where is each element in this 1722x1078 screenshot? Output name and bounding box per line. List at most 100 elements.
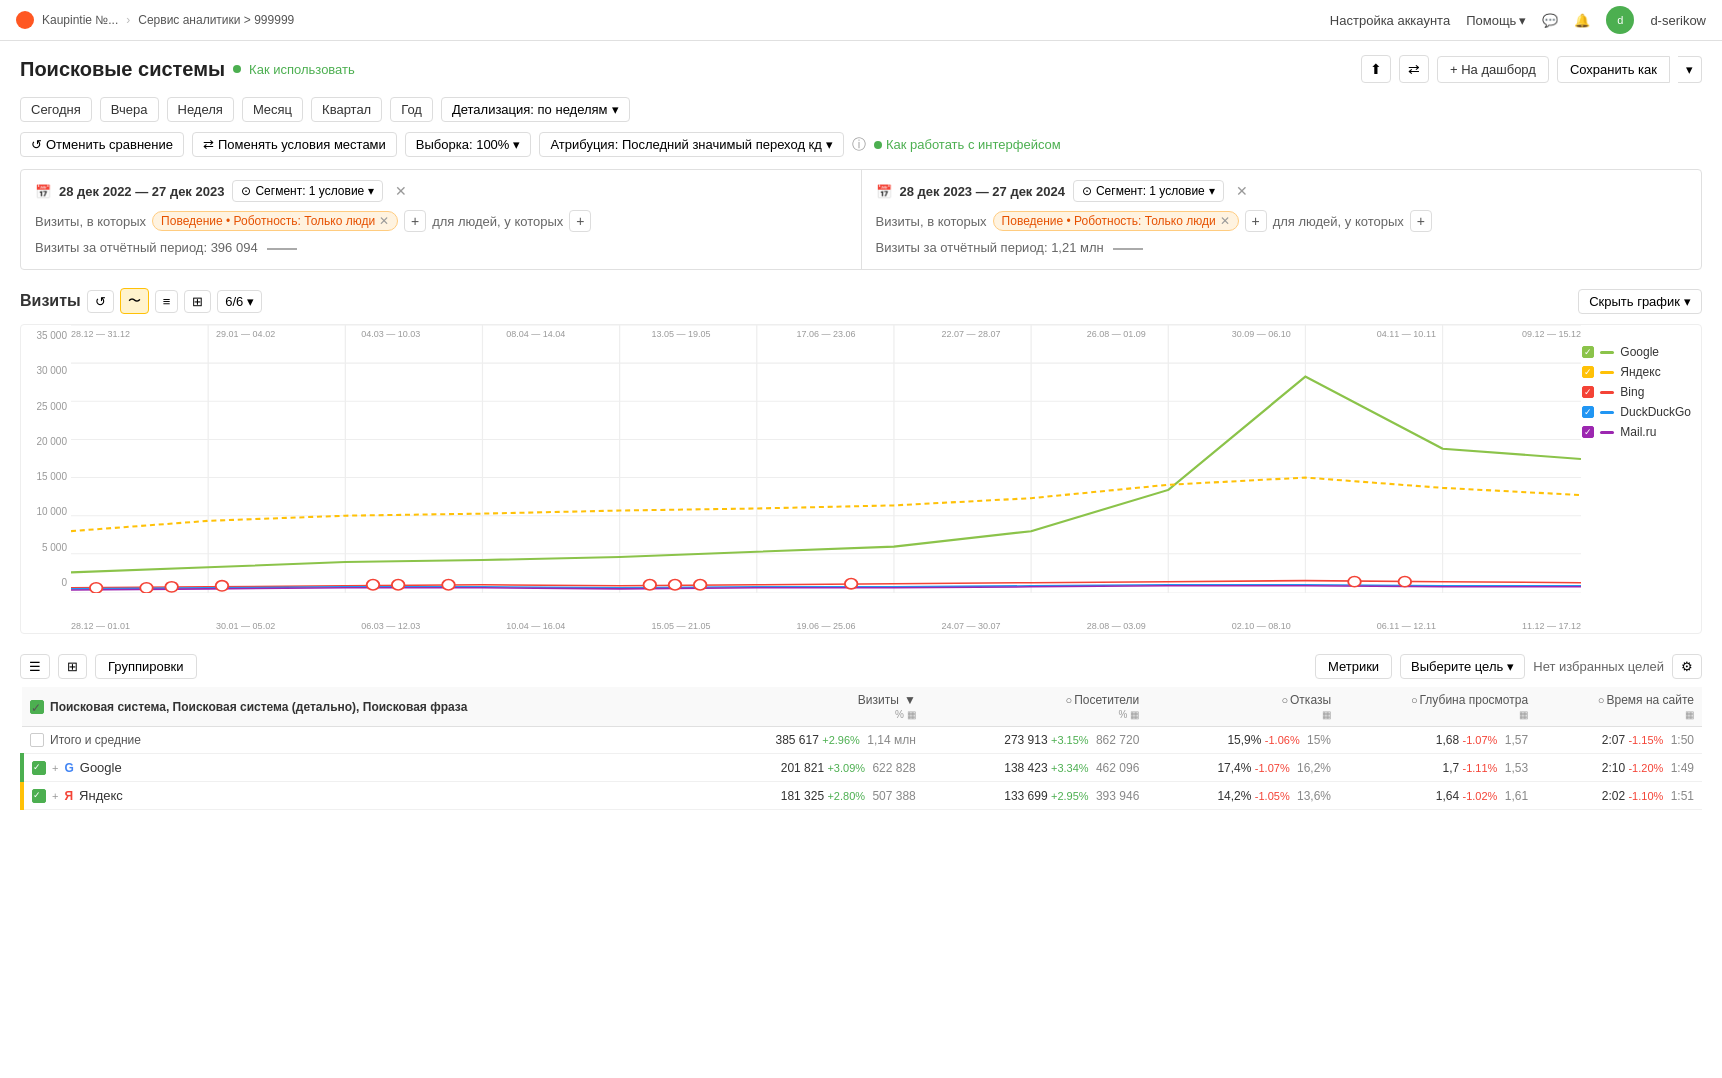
save-as-button[interactable]: Сохранить как [1557, 56, 1670, 83]
period-yesterday[interactable]: Вчера [100, 97, 159, 122]
col-time-header[interactable]: ○ Время на сайте ▦ [1536, 687, 1702, 727]
period-quarter[interactable]: Квартал [311, 97, 382, 122]
tag-close-2[interactable]: ✕ [1220, 214, 1230, 228]
yandex-bounces-cell: 14,2% -1.05% 13,6% [1147, 782, 1339, 810]
period-month[interactable]: Месяц [242, 97, 303, 122]
segment-close-2[interactable]: ✕ [1236, 183, 1248, 199]
bell-icon[interactable]: 🔔 [1574, 13, 1590, 28]
col-visits-header[interactable]: Визиты ▼ % ▦ [693, 687, 924, 727]
legend-mailru[interactable]: ✓ Mail.ru [1582, 425, 1691, 439]
google-visitors2: 462 096 [1096, 761, 1139, 775]
period-year[interactable]: Год [390, 97, 433, 122]
x-axis-bottom: 28.12 — 01.01 30.01 — 05.02 06.03 — 12.0… [71, 621, 1581, 631]
settings-gear-button[interactable]: ⚙ [1672, 654, 1702, 679]
goal-button[interactable]: Выберите цель ▾ [1400, 654, 1525, 679]
table-section: ☰ ⊞ Группировки Метрики Выберите цель ▾ … [0, 644, 1722, 820]
goal-chevron-icon: ▾ [1507, 659, 1514, 674]
col-time-label: Время на сайте [1607, 693, 1694, 707]
col-bounces-header[interactable]: ○ Отказы ▦ [1147, 687, 1339, 727]
total-depth-change: -1.07% [1463, 734, 1498, 746]
groupby-button[interactable]: Группировки [95, 654, 197, 679]
cancel-compare-button[interactable]: ↺ Отменить сравнение [20, 132, 184, 157]
x-label-bot-3: 10.04 — 16.04 [506, 621, 565, 631]
google-time-cell: 2:10 -1.20% 1:49 [1536, 754, 1702, 782]
compare-button[interactable]: ⇄ [1399, 55, 1429, 83]
y-label-7: 0 [21, 577, 71, 588]
add-dashboard-button[interactable]: + На дашборд [1437, 56, 1549, 83]
yandex-depth-cell: 1,64 -1.02% 1,61 [1339, 782, 1536, 810]
svg-point-30 [1399, 577, 1412, 587]
select-all-checkbox[interactable]: ✓ [30, 700, 44, 714]
yandex-checkbox[interactable]: ✓ [32, 789, 46, 803]
table-toolbar-left: ☰ ⊞ Группировки [20, 654, 197, 679]
select-button[interactable]: Выборка: 100% ▾ [405, 132, 532, 157]
chart-series-btn[interactable]: 6/6 ▾ [217, 290, 262, 313]
chart-line-btn[interactable]: 〜 [120, 288, 149, 314]
svg-point-22 [367, 580, 380, 590]
chart-refresh-btn[interactable]: ↺ [87, 290, 114, 313]
google-depth-change: -1.11% [1463, 762, 1498, 774]
col-name-header: ✓ Поисковая система, Поисковая система (… [22, 687, 693, 727]
segment-date-row-1: 📅 28 дек 2022 — 27 дек 2023 ⊙ Сегмент: 1… [35, 180, 847, 202]
yandex-depth-change: -1.02% [1463, 790, 1498, 802]
add-condition-btn-2[interactable]: + [1245, 210, 1267, 232]
segment-tag-2: Поведение • Роботность: Только люди ✕ [993, 211, 1239, 231]
legend-google[interactable]: ✓ Google [1582, 345, 1691, 359]
hide-chart-button[interactable]: Скрыть график ▾ [1578, 289, 1702, 314]
legend-label-google: Google [1620, 345, 1659, 359]
settings-link[interactable]: Настройка аккаунта [1330, 13, 1450, 28]
google-engine-icon: G [64, 761, 73, 775]
tag-close-1[interactable]: ✕ [379, 214, 389, 228]
add-people-btn-1[interactable]: + [569, 210, 591, 232]
col-name-label: Поисковая система, Поисковая система (де… [50, 700, 467, 714]
segment-condition-btn-2[interactable]: ⊙ Сегмент: 1 условие ▾ [1073, 180, 1224, 202]
how-to-link[interactable]: Как использовать [249, 62, 355, 77]
google-depth-cell: 1,7 -1.11% 1,53 [1339, 754, 1536, 782]
visits-total-1: Визиты за отчётный период: 396 094 [35, 236, 847, 259]
chart-legend: ✓ Google ✓ Яндекс ✓ Bing ✓ DuckDuckGo ✓ [1582, 345, 1691, 439]
chat-icon[interactable]: 💬 [1542, 13, 1558, 28]
segment-condition-btn-1[interactable]: ⊙ Сегмент: 1 условие ▾ [232, 180, 383, 202]
header-actions: ⬆ ⇄ + На дашборд Сохранить как ▾ [1361, 55, 1702, 83]
x-label-top-1: 29.01 — 04.02 [216, 329, 275, 339]
add-condition-btn-1[interactable]: + [404, 210, 426, 232]
interface-help-link[interactable]: Как работать с интерфейсом [874, 137, 1061, 152]
save-arrow-button[interactable]: ▾ [1678, 56, 1702, 83]
legend-yandex[interactable]: ✓ Яндекс [1582, 365, 1691, 379]
username[interactable]: d-serikow [1650, 13, 1706, 28]
yandex-expand[interactable]: + [52, 790, 58, 802]
table-view-grid-btn[interactable]: ⊞ [58, 654, 87, 679]
table-view-list-btn[interactable]: ☰ [20, 654, 50, 679]
metrics-button[interactable]: Метрики [1315, 654, 1392, 679]
total-checkbox[interactable] [30, 733, 44, 747]
segment-close-1[interactable]: ✕ [395, 183, 407, 199]
yandex-line [71, 478, 1581, 532]
col-depth-header[interactable]: ○ Глубина просмотра ▦ [1339, 687, 1536, 727]
legend-duckduckgo[interactable]: ✓ DuckDuckGo [1582, 405, 1691, 419]
avatar-initials: d [1617, 14, 1623, 26]
chart-grid-btn[interactable]: ⊞ [184, 290, 211, 313]
segment-chevron-2: ▾ [1209, 184, 1215, 198]
x-label-top-8: 30.09 — 06.10 [1232, 329, 1291, 339]
total-depth-cell: 1,68 -1.07% 1,57 [1339, 727, 1536, 754]
sort-arrow-icon: ▼ [904, 693, 916, 707]
google-checkbox[interactable]: ✓ [32, 761, 46, 775]
table-toolbar-right: Метрики Выберите цель ▾ Нет избранных це… [1315, 654, 1702, 679]
export-button[interactable]: ⬆ [1361, 55, 1391, 83]
add-people-btn-2[interactable]: + [1410, 210, 1432, 232]
google-bounces: 17,4% [1217, 761, 1251, 775]
user-avatar[interactable]: d [1606, 6, 1634, 34]
legend-bing[interactable]: ✓ Bing [1582, 385, 1691, 399]
detail-button[interactable]: Детализация: по неделям ▾ [441, 97, 630, 122]
col-visitors-header[interactable]: ○ Посетители % ▦ [924, 687, 1148, 727]
swap-button[interactable]: ⇄ Поменять условия местами [192, 132, 397, 157]
help-link[interactable]: Помощь ▾ [1466, 13, 1526, 28]
total-visits-cell: 385 617 +2.96% 1,14 млн [693, 727, 924, 754]
chart-bar-btn[interactable]: ≡ [155, 290, 179, 313]
google-expand[interactable]: + [52, 762, 58, 774]
period-today[interactable]: Сегодня [20, 97, 92, 122]
attrib-button[interactable]: Атрибуция: Последний значимый переход кд… [539, 132, 843, 157]
time-bar-icon: ▦ [1685, 709, 1694, 720]
total-visitors: 273 913 [1004, 733, 1047, 747]
period-week[interactable]: Неделя [167, 97, 234, 122]
